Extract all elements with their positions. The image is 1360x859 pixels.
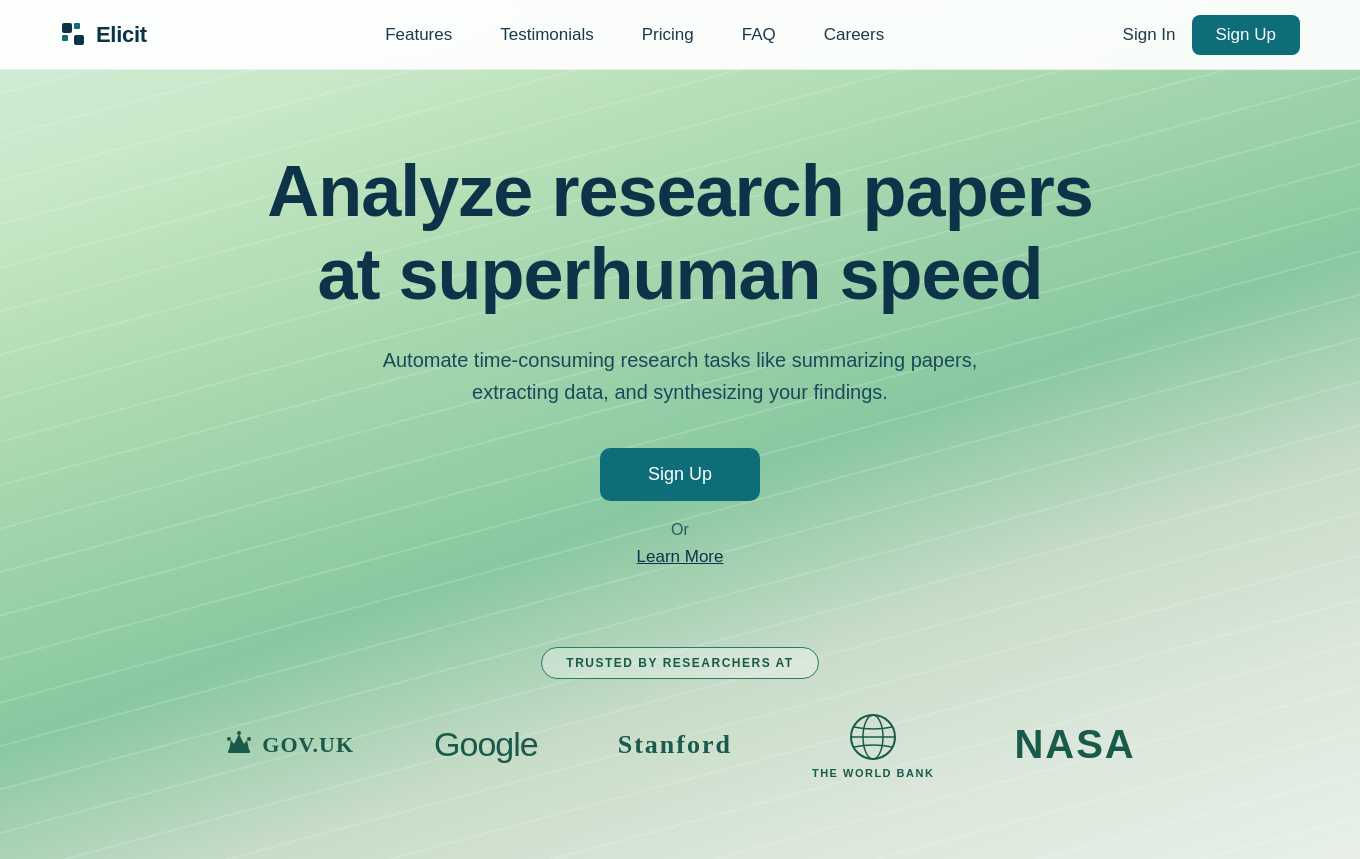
- govuk-text: GOV.UK: [262, 732, 354, 758]
- hero-content: Analyze research papers at superhuman sp…: [0, 70, 1360, 567]
- nav-careers[interactable]: Careers: [824, 25, 884, 45]
- logo[interactable]: Elicit: [60, 21, 147, 49]
- nav-features[interactable]: Features: [385, 25, 452, 45]
- signup-nav-button[interactable]: Sign Up: [1192, 15, 1300, 55]
- logo-icon: [60, 21, 88, 49]
- crown-icon: [224, 728, 254, 762]
- svg-point-5: [227, 737, 231, 741]
- worldbank-globe-icon: [847, 711, 899, 763]
- logo-text: Elicit: [96, 22, 147, 48]
- nav-testimonials[interactable]: Testimonials: [500, 25, 594, 45]
- svg-rect-2: [62, 35, 68, 41]
- nasa-text: NASA: [1014, 722, 1135, 767]
- trusted-badge: TRUSTED BY RESEARCHERS AT: [541, 647, 818, 679]
- svg-rect-4: [228, 750, 250, 753]
- hero-section: Analyze research papers at superhuman sp…: [0, 0, 1360, 859]
- nav-actions: Sign In Sign Up: [1123, 15, 1300, 55]
- nav-pricing[interactable]: Pricing: [642, 25, 694, 45]
- stanford-text: Stanford: [618, 730, 732, 760]
- logos-row: GOV.UK Google Stanford THE W: [224, 711, 1135, 779]
- logo-google: Google: [434, 725, 538, 764]
- svg-point-7: [247, 737, 251, 741]
- hero-title: Analyze research papers at superhuman sp…: [267, 150, 1092, 316]
- signup-hero-button[interactable]: Sign Up: [600, 448, 760, 501]
- nav-faq[interactable]: FAQ: [742, 25, 776, 45]
- nav-links: Features Testimonials Pricing FAQ Career…: [385, 25, 884, 45]
- worldbank-text: THE WORLD BANK: [812, 767, 934, 779]
- svg-rect-3: [74, 35, 84, 45]
- google-text: Google: [434, 725, 538, 764]
- logo-nasa: NASA: [1014, 722, 1135, 767]
- logo-worldbank: THE WORLD BANK: [812, 711, 934, 779]
- navbar: Elicit Features Testimonials Pricing FAQ…: [0, 0, 1360, 70]
- logo-stanford: Stanford: [618, 730, 732, 760]
- svg-rect-0: [62, 23, 72, 33]
- svg-rect-1: [74, 23, 80, 29]
- logo-govuk: GOV.UK: [224, 728, 354, 762]
- svg-point-6: [237, 731, 241, 735]
- learn-more-link[interactable]: Learn More: [637, 547, 724, 567]
- signin-button[interactable]: Sign In: [1123, 25, 1176, 45]
- hero-subtitle: Automate time-consuming research tasks l…: [380, 344, 980, 408]
- trusted-section: TRUSTED BY RESEARCHERS AT GOV.UK: [0, 647, 1360, 819]
- hero-or-text: Or: [671, 521, 689, 539]
